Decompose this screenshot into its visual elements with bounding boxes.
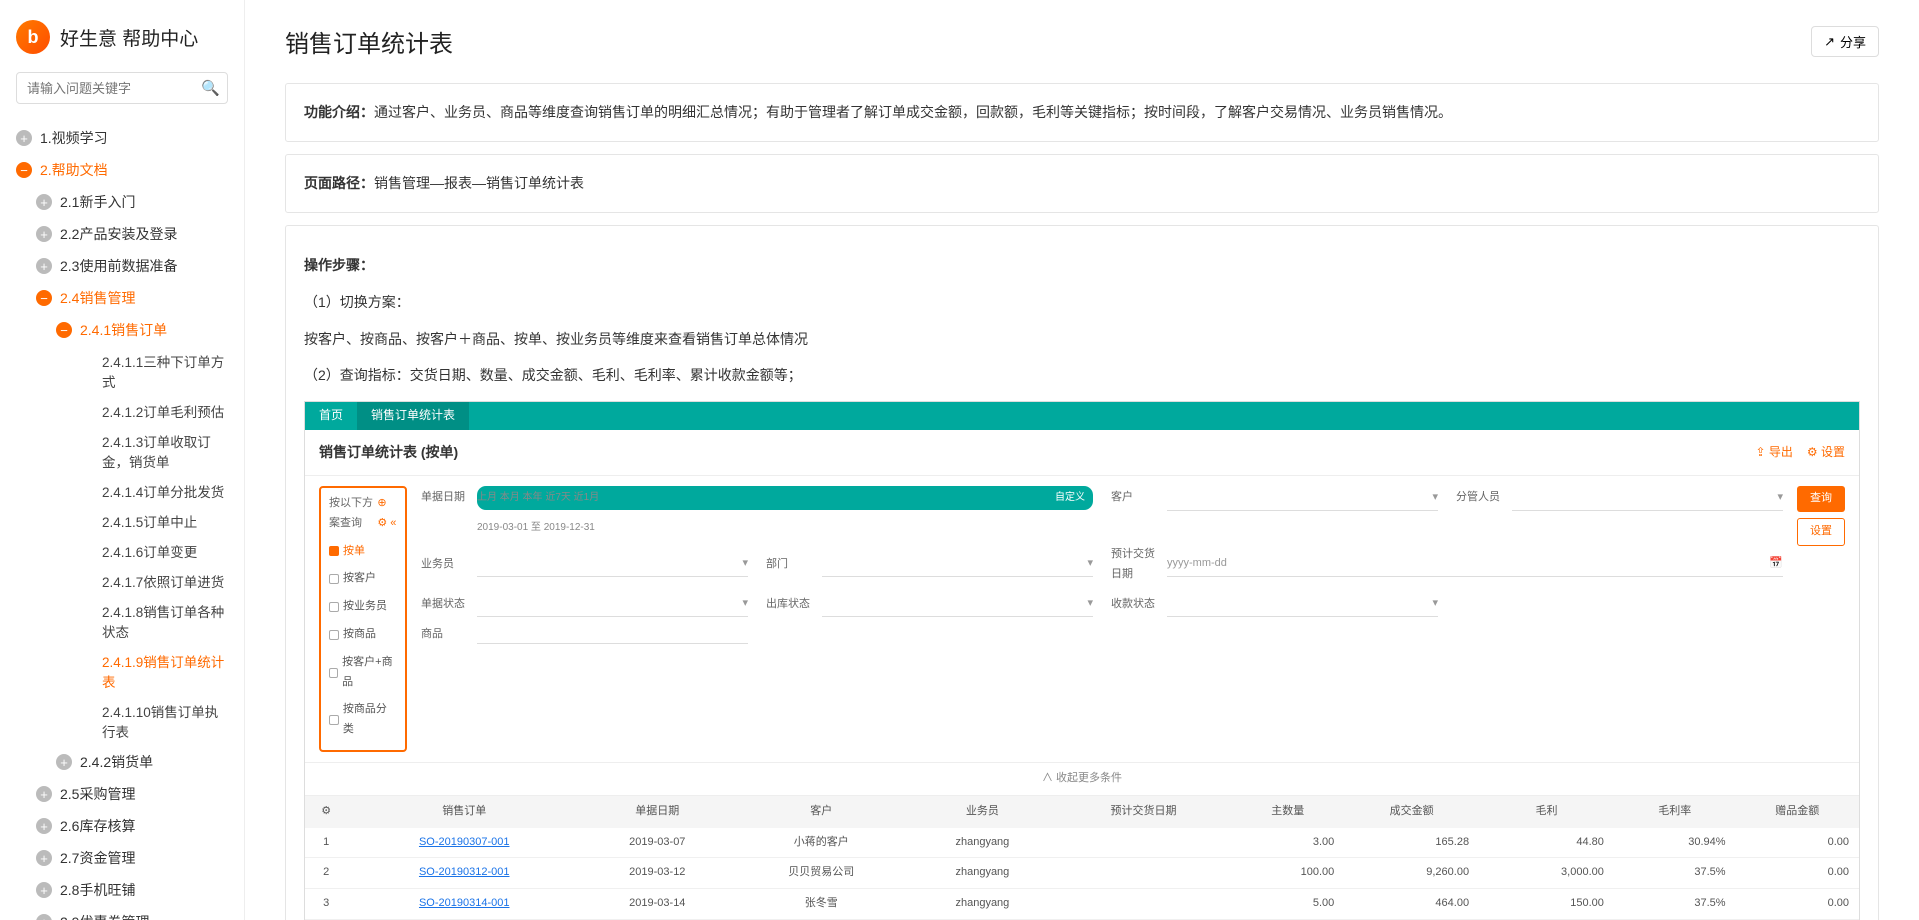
- share-icon: ↗: [1824, 34, 1835, 50]
- nav-2-7[interactable]: +2.7资金管理: [36, 842, 228, 874]
- mock-setting: ⚙ 设置: [1807, 445, 1845, 459]
- nav-leaf-2419[interactable]: 2.4.1.9销售订单统计表: [76, 646, 228, 696]
- mock-tab-report: 销售订单统计表: [357, 402, 469, 430]
- mock-filter-grid: 单据日期 上月 本月 本年 近7天 近1月 自定义 客户▾ 分管人员▾ 2019…: [421, 486, 1783, 752]
- mock-collapse: ∧ 收起更多条件: [305, 762, 1859, 796]
- page-title: 销售订单统计表: [285, 24, 453, 59]
- nav-2-3[interactable]: +2.3使用前数据准备: [36, 250, 228, 282]
- brand: b 好生意 帮助中心: [16, 20, 228, 54]
- mock-subtitle: 销售订单统计表 (按单): [319, 440, 458, 465]
- nav-2-8[interactable]: +2.8手机旺铺: [36, 874, 228, 906]
- steps-panel: 操作步骤： （1）切换方案： 按客户、按商品、按客户＋商品、按单、按业务员等维度…: [285, 225, 1879, 920]
- search-box: 🔍: [16, 72, 228, 104]
- path-label: 页面路径：: [304, 175, 374, 191]
- nav-2-1[interactable]: +2.1新手入门: [36, 186, 228, 218]
- search-input[interactable]: [16, 72, 228, 104]
- nav-leaf-24110[interactable]: 2.4.1.10销售订单执行表: [76, 696, 228, 746]
- intro-label: 功能介绍：: [304, 104, 374, 120]
- expand-icon[interactable]: +: [36, 882, 52, 898]
- nav-2-4-2[interactable]: +2.4.2销货单: [56, 746, 228, 778]
- nav-tree: +1.视频学习 −2.帮助文档 +2.1新手入门 +2.2产品安装及登录 +2.…: [16, 122, 228, 920]
- mock-table: ⚙销售订单单据日期客户业务员预计交货日期主数量成交金额毛利毛利率赠品金额 1SO…: [305, 796, 1859, 920]
- nav-leaf-2416[interactable]: 2.4.1.6订单变更: [76, 536, 228, 566]
- expand-icon[interactable]: +: [36, 850, 52, 866]
- expand-icon[interactable]: +: [16, 130, 32, 146]
- report-screenshot-1: 首页 销售订单统计表 销售订单统计表 (按单) ⇪ 导出 ⚙ 设置 按以下方案查询…: [304, 401, 1860, 920]
- share-button[interactable]: ↗分享: [1811, 26, 1879, 57]
- intro-text: 通过客户、业务员、商品等维度查询销售订单的明细汇总情况；有助于管理者了解订单成交…: [374, 104, 1452, 120]
- mock-tab-home: 首页: [305, 402, 357, 430]
- brand-logo: b: [16, 20, 50, 54]
- sidebar: b 好生意 帮助中心 🔍 +1.视频学习 −2.帮助文档 +2.1新手入门 +2…: [0, 0, 245, 920]
- mock-export: ⇪ 导出: [1756, 445, 1793, 459]
- nav-leaf-2415[interactable]: 2.4.1.5订单中止: [76, 506, 228, 536]
- nav-leaf-2418[interactable]: 2.4.1.8销售订单各种状态: [76, 596, 228, 646]
- nav-helpdoc[interactable]: −2.帮助文档: [16, 154, 228, 186]
- mock-action-btns: 查询 设置: [1797, 486, 1845, 752]
- main-content: 销售订单统计表 ↗分享 功能介绍：通过客户、业务员、商品等维度查询销售订单的明细…: [245, 0, 1919, 920]
- nav-leaf-2414[interactable]: 2.4.1.4订单分批发货: [76, 476, 228, 506]
- collapse-icon[interactable]: −: [36, 290, 52, 306]
- nav-2-2[interactable]: +2.2产品安装及登录: [36, 218, 228, 250]
- path-panel: 页面路径：销售管理—报表—销售订单统计表: [285, 154, 1879, 213]
- brand-title: 好生意 帮助中心: [60, 24, 198, 51]
- nav-leaf-2412[interactable]: 2.4.1.2订单毛利预估: [76, 396, 228, 426]
- nav-leaf-2413[interactable]: 2.4.1.3订单收取订金，销货单: [76, 426, 228, 476]
- nav-2-4[interactable]: −2.4销售管理: [36, 282, 228, 314]
- step1-text: 按客户、按商品、按客户＋商品、按单、按业务员等维度来查看销售订单总体情况: [304, 326, 1860, 353]
- step1-title: （1）切换方案：: [304, 289, 1860, 316]
- nav-2-4-1[interactable]: −2.4.1销售订单: [56, 314, 228, 346]
- path-text: 销售管理—报表—销售订单统计表: [374, 175, 584, 191]
- collapse-icon[interactable]: −: [16, 162, 32, 178]
- nav-2-6[interactable]: +2.6库存核算: [36, 810, 228, 842]
- steps-label: 操作步骤：: [304, 257, 374, 273]
- expand-icon[interactable]: +: [36, 914, 52, 920]
- nav-2-5[interactable]: +2.5采购管理: [36, 778, 228, 810]
- step2-text: （2）查询指标：交货日期、数量、成交金额、毛利、毛利率、累计收款金额等；: [304, 362, 1860, 389]
- nav-leaf-2417[interactable]: 2.4.1.7依照订单进货: [76, 566, 228, 596]
- search-icon[interactable]: 🔍: [201, 79, 220, 97]
- mock-scheme-box: 按以下方案查询⊕ ⚙ « 按单按客户按业务员按商品按客户+商品按商品分类: [319, 486, 407, 752]
- nav-2-9[interactable]: +2.9优惠券管理: [36, 906, 228, 920]
- intro-panel: 功能介绍：通过客户、业务员、商品等维度查询销售订单的明细汇总情况；有助于管理者了…: [285, 83, 1879, 142]
- expand-icon[interactable]: +: [36, 818, 52, 834]
- expand-icon[interactable]: +: [36, 194, 52, 210]
- expand-icon[interactable]: +: [36, 258, 52, 274]
- collapse-icon[interactable]: −: [56, 322, 72, 338]
- expand-icon[interactable]: +: [36, 786, 52, 802]
- nav-leaf-2411[interactable]: 2.4.1.1三种下订单方式: [76, 346, 228, 396]
- expand-icon[interactable]: +: [36, 226, 52, 242]
- nav-video[interactable]: +1.视频学习: [16, 122, 228, 154]
- expand-icon[interactable]: +: [56, 754, 72, 770]
